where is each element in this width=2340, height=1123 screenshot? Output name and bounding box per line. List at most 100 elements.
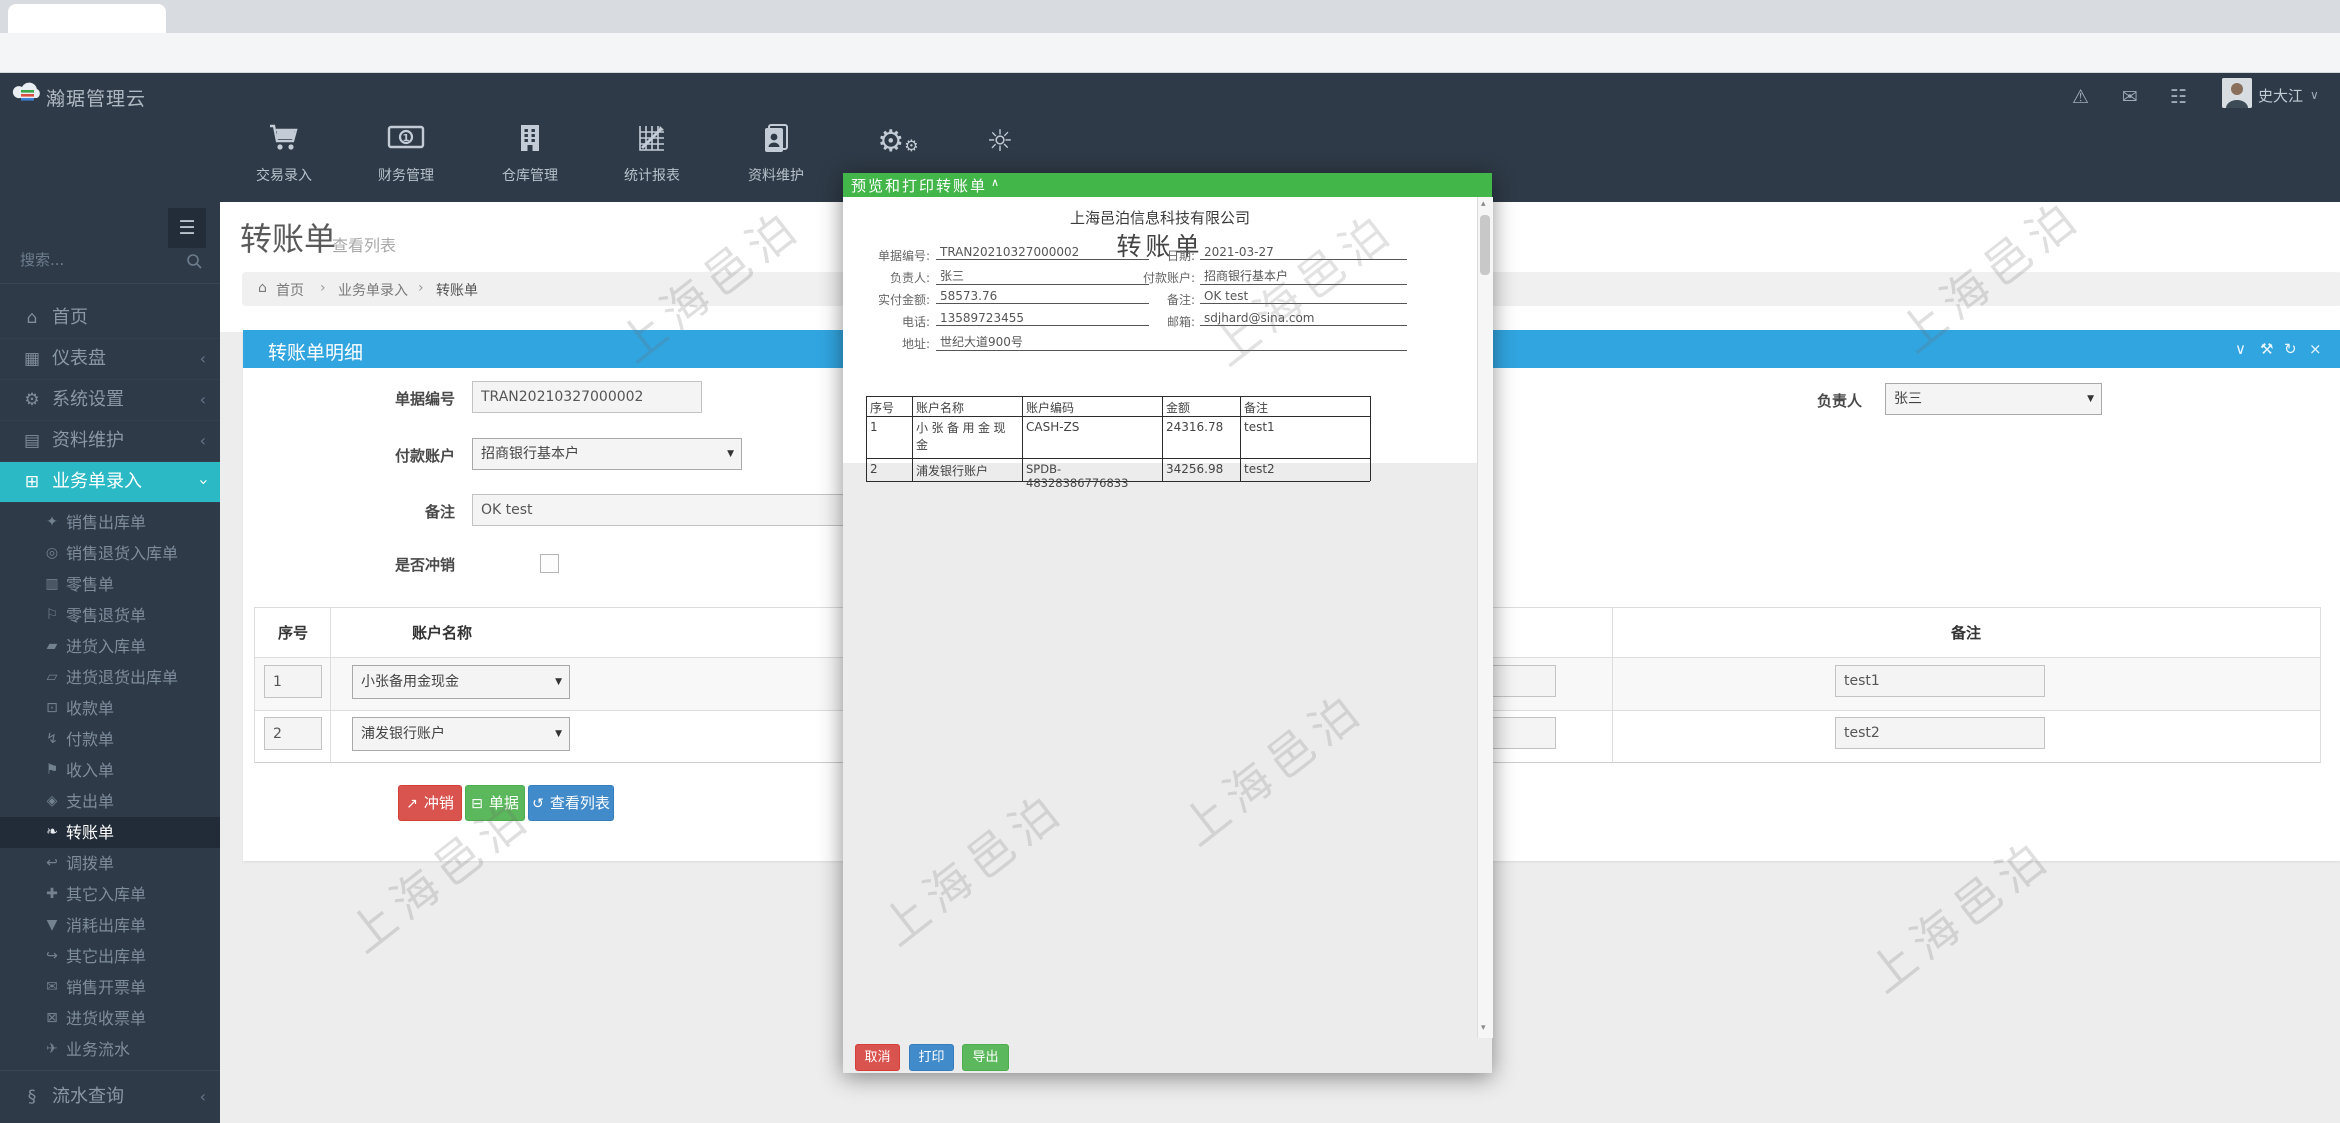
doc-cell: 24316.78 [1166,420,1224,434]
doc-field-label: 负责人: [889,271,930,285]
manager-select[interactable]: 张三 ▼ [1885,383,2102,415]
plane-icon: ✈ [46,1041,58,1057]
doc-field-value: 招商银行基本户 [1200,267,1407,285]
reverse-checkbox[interactable] [540,554,559,573]
doc-field-value: 张三 [936,267,1149,285]
external-link-icon: ↗ [406,796,418,812]
doc-field-value: 58573.76 [936,289,1149,304]
modal-scrollbar[interactable]: ▴ ▾ [1477,197,1493,1038]
sidebar-item-label: 业务单录入 [52,471,142,492]
sidebar-item-purchase-return-out[interactable]: ▱ 进货退货出库单 [0,662,220,693]
sidebar-item-sale-out[interactable]: ✦ 销售出库单 [0,507,220,538]
user-avatar[interactable] [2222,78,2252,108]
sidebar-item-label: 收入单 [66,761,115,780]
doc-field-label: 备注: [1166,293,1195,307]
message-icon[interactable]: ✉ [2122,86,2138,108]
sidebar-item-flow-query[interactable]: § 流水查询 ‹ [0,1077,220,1117]
note-input[interactable] [472,494,845,526]
bookmark-outline-icon: ▱ [46,669,58,685]
sidebar-divider [0,283,220,284]
doc-col-header: 账户编码 [1026,401,1075,415]
sidebar-item-sale-return-in[interactable]: ◎ 销售退货入库单 [0,538,220,569]
book-icon: ▤ [23,431,41,451]
tasks-icon[interactable]: ☷ [2170,86,2187,108]
print-button[interactable]: 打印 [909,1044,954,1071]
seq-input[interactable] [264,717,322,750]
sidebar-item-purchase-in[interactable]: ▰ 进货入库单 [0,631,220,662]
sidebar-item-settings[interactable]: ⚙ 系统设置 ‹ [0,380,220,421]
app-logo-text[interactable]: 瀚琚管理云 [46,84,146,111]
panel-collapse-icon[interactable]: ∨ [2235,340,2246,358]
module-finance[interactable]: 1 财务管理 [346,122,466,185]
sidebar-item-retail-return[interactable]: ⚐ 零售退货单 [0,600,220,631]
panel-title: 转账单明细 [268,342,364,364]
sidebar-item-biz-flow[interactable]: ✈ 业务流水 [0,1034,220,1065]
sun-icon: ☼ [986,124,1014,159]
reply-icon: ↩ [46,855,58,871]
sidebar-search-input[interactable] [18,250,182,270]
account-select[interactable]: 小张备用金现金 ▼ [352,665,570,699]
doc-field-label: 地址: [901,337,930,351]
doc-button[interactable]: ⊟ 单据 [465,785,525,821]
module-help[interactable]: ☼ [940,122,1060,165]
app-navbar [0,72,2340,120]
cancel-button[interactable]: 取消 [855,1044,900,1071]
breadcrumb-home[interactable]: 首页 [276,280,304,300]
panel-wrench-icon[interactable]: ⚒ [2260,340,2273,358]
user-menu-caret-icon[interactable]: ∨ [2310,88,2319,102]
table-border [330,607,331,763]
sidebar-item-income[interactable]: ⚑ 收入单 [0,755,220,786]
search-icon[interactable] [186,253,202,273]
module-data-maintenance[interactable]: 资料维护 [716,122,836,185]
module-reports[interactable]: 统计报表 [592,122,712,185]
sidebar-item-data-maintenance[interactable]: ▤ 资料维护 ‹ [0,421,220,462]
sidebar-item-dashboard[interactable]: ▦ 仪表盘 ‹ [0,339,220,380]
panel-refresh-icon[interactable]: ↻ [2284,340,2297,358]
watermark: 上海邑泊 [1171,680,1375,857]
alert-icon[interactable]: ⚠ [2072,86,2089,108]
view-list-link[interactable]: 查看列表 [332,232,396,256]
sidebar-item-transfer[interactable]: ❧ 转账单 [0,817,220,848]
browser-tab[interactable] [8,4,166,33]
module-warehouse[interactable]: 仓库管理 [470,122,590,185]
sidebar-item-other-out[interactable]: ↪ 其它出库单 [0,941,220,972]
sidebar-toggle-button[interactable]: ☰ [168,208,206,248]
sidebar-item-home[interactable]: ⌂ 首页 [0,298,220,339]
scroll-up-icon[interactable]: ▴ [1481,199,1486,209]
sidebar-item-receipt[interactable]: ⊡ 收款单 [0,693,220,724]
pay-account-select[interactable]: 招商银行基本户 ▼ [472,438,742,470]
sidebar-item-biz-entry[interactable]: ⊞ 业务单录入 ‹ [0,462,220,503]
funnel-icon: ▼ [46,917,58,933]
button-label: 查看列表 [549,794,610,812]
export-button[interactable]: 导出 [962,1044,1009,1071]
sidebar-item-purchase-invoice[interactable]: ⊠ 进货收票单 [0,1003,220,1034]
sidebar-item-retail[interactable]: ▥ 零售单 [0,569,220,600]
sidebar-item-label: 其它入库单 [66,885,147,904]
sidebar-item-label: 首页 [52,307,88,328]
sidebar-item-label: 仪表盘 [52,348,106,369]
row-note-input[interactable] [1835,665,2045,697]
account-select[interactable]: 浦发银行账户 ▼ [352,717,570,751]
view-list-button[interactable]: ↺ 查看列表 [528,785,614,821]
seq-input[interactable] [264,665,322,698]
module-trade-entry[interactable]: 交易录入 [224,122,344,185]
user-name[interactable]: 史大江 [2258,85,2303,106]
breadcrumb-biz-entry[interactable]: 业务单录入 [338,280,408,300]
sidebar-item-sale-invoice[interactable]: ✉ 销售开票单 [0,972,220,1003]
modal-header[interactable]: 预览和打印转账单 ∧ [843,173,1492,197]
sidebar-item-allocation[interactable]: ↩ 调拨单 [0,848,220,879]
sidebar-item-payment[interactable]: ↯ 付款单 [0,724,220,755]
sidebar-item-consume-out[interactable]: ▼ 消耗出库单 [0,910,220,941]
envelope-icon: ✉ [46,979,58,995]
reverse-button[interactable]: ↗ 冲销 [398,785,462,821]
doc-no-input[interactable] [472,381,702,413]
modal-title: 预览和打印转账单 [851,177,988,195]
panel-close-icon[interactable]: × [2309,340,2322,358]
breadcrumb-separator: › [418,280,424,296]
scrollbar-thumb[interactable] [1480,215,1490,275]
sidebar-item-other-in[interactable]: ✚ 其它入库单 [0,879,220,910]
row-note-input[interactable] [1835,717,2045,749]
scroll-down-icon[interactable]: ▾ [1481,1023,1486,1033]
collapse-caret-icon[interactable]: ∧ [991,176,999,189]
sidebar-item-expense[interactable]: ◈ 支出单 [0,786,220,817]
